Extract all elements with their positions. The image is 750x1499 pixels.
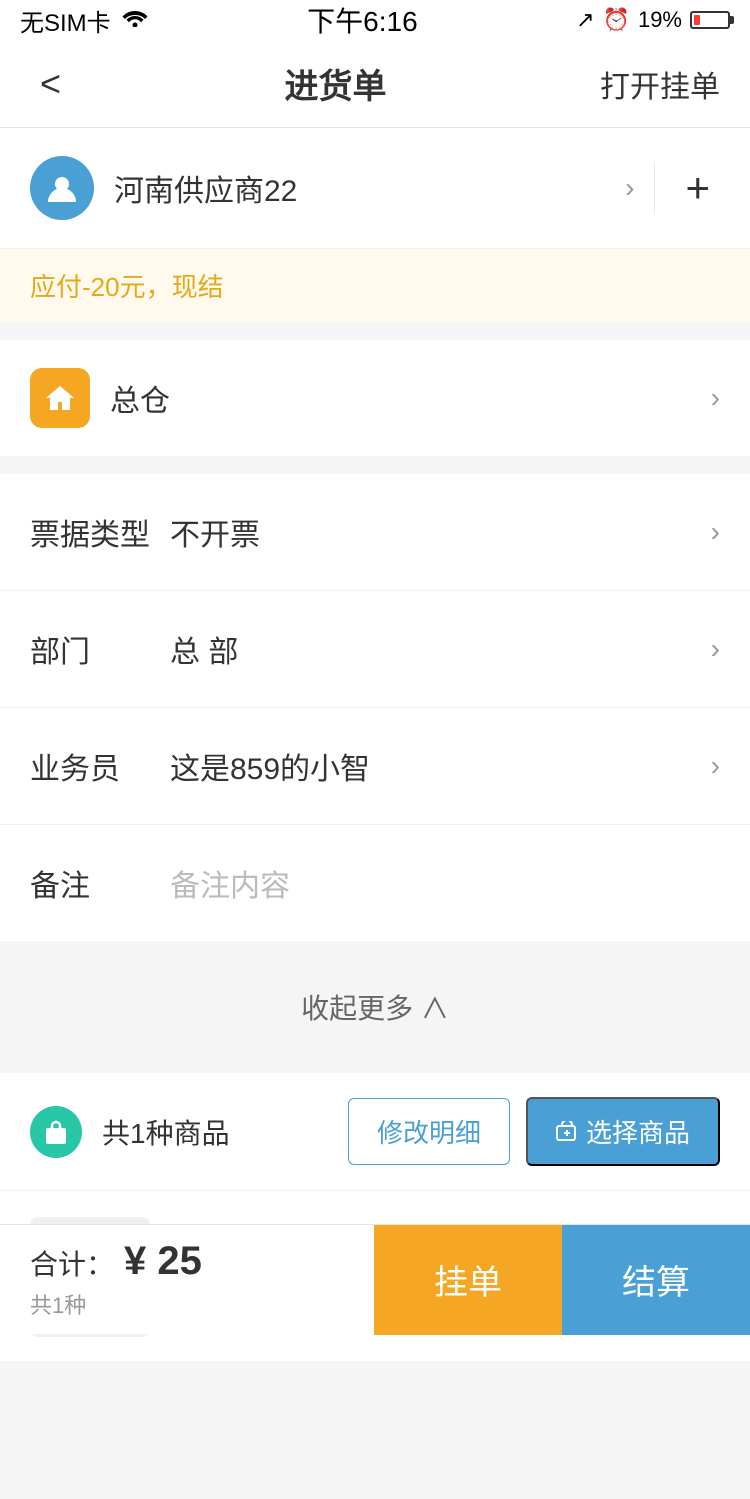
invoice-type-row[interactable]: 票据类型 不开票 › [0,474,750,591]
select-product-label: 选择商品 [586,1113,690,1150]
remark-row[interactable]: 备注 备注内容 [0,825,750,941]
location-icon: ↗ [576,7,594,33]
back-button[interactable]: < [30,53,71,115]
balance-notice: 应付-20元，现结 [0,249,750,322]
add-supplier-button[interactable]: + [675,164,720,212]
warehouse-icon [30,368,90,428]
salesman-chevron-icon: › [711,750,720,782]
alarm-icon: ⏰ [603,7,630,33]
total-amount: ¥ 25 [124,1239,202,1284]
status-right: ↗ ⏰ 19% [576,7,730,33]
edit-detail-button[interactable]: 修改明细 [348,1098,510,1165]
hold-button[interactable]: 挂单 [374,1225,562,1335]
form-section: 票据类型 不开票 › 部门 总 部 › 业务员 这是859的小智 › 备注 备注… [0,474,750,941]
salesman-label: 业务员 [30,744,150,788]
product-count: 共1种商品 [102,1112,348,1152]
remark-label: 备注 [30,861,150,905]
warehouse-name: 总仓 [110,376,711,420]
carrier-text: 无SIM卡 [20,3,111,38]
total-count: 共1种 [30,1288,344,1320]
cart-icon [556,1121,578,1143]
warehouse-chevron-icon: › [711,382,720,414]
battery-percent: 19% [638,7,682,33]
nav-bar: < 进货单 打开挂单 [0,40,750,128]
department-chevron-icon: › [711,633,720,665]
department-value: 总 部 [150,627,711,671]
page-title: 进货单 [285,59,387,108]
bottom-bar: 合计： ¥ 25 共1种 挂单 结算 [0,1224,750,1334]
shopping-bag-icon [42,1118,70,1146]
salesman-row[interactable]: 业务员 这是859的小智 › [0,708,750,825]
status-time: 下午6:16 [307,0,418,40]
user-icon [44,170,80,206]
supplier-chevron-icon: › [625,172,634,204]
invoice-type-label: 票据类型 [30,510,150,554]
wifi-icon [121,6,149,34]
invoice-type-value: 不开票 [150,510,711,554]
invoice-chevron-icon: › [711,516,720,548]
warehouse-section[interactable]: 总仓 › [0,340,750,456]
total-label: 合计： ¥ 25 [30,1239,344,1284]
battery-icon [690,11,730,29]
checkout-button[interactable]: 结算 [562,1225,750,1335]
supplier-section: 河南供应商22 › + 应付-20元，现结 [0,128,750,322]
salesman-value: 这是859的小智 [150,744,711,788]
product-header-icon [30,1106,82,1158]
product-header: 共1种商品 修改明细 选择商品 [0,1073,750,1191]
status-left: 无SIM卡 [20,3,149,38]
remark-value[interactable]: 备注内容 [150,861,720,905]
department-row[interactable]: 部门 总 部 › [0,591,750,708]
total-text: 合计： [30,1243,114,1283]
status-bar: 无SIM卡 下午6:16 ↗ ⏰ 19% [0,0,750,40]
home-icon [44,382,76,414]
vertical-divider [654,163,655,213]
total-section: 合计： ¥ 25 共1种 [0,1239,374,1320]
select-product-button[interactable]: 选择商品 [526,1097,720,1166]
collapse-button[interactable]: 收起更多 ∧ [0,959,750,1055]
supplier-avatar [30,156,94,220]
warehouse-row[interactable]: 总仓 › [0,340,750,456]
department-label: 部门 [30,627,150,671]
supplier-row[interactable]: 河南供应商22 › + [0,128,750,249]
supplier-name: 河南供应商22 [114,166,625,210]
open-hold-button[interactable]: 打开挂单 [600,62,720,106]
